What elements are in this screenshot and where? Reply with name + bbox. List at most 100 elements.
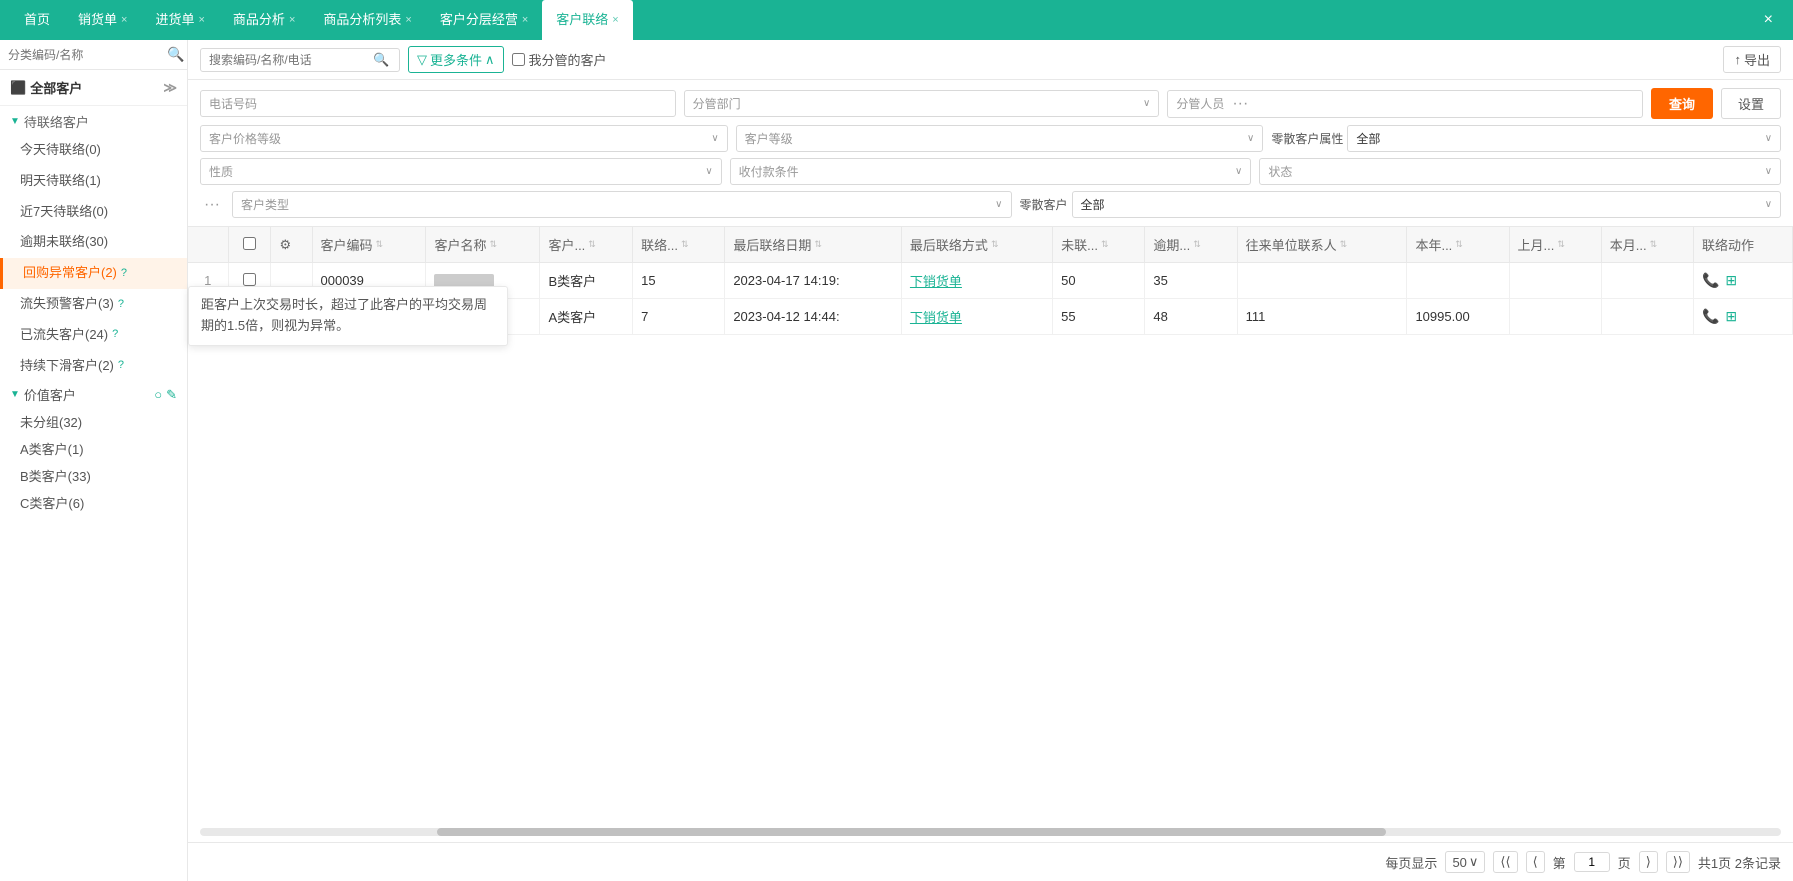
unread-sort-icon[interactable]: ⇅ bbox=[1101, 239, 1109, 250]
close-customer-tier-icon[interactable]: × bbox=[522, 0, 528, 40]
unit-contact-sort-icon[interactable]: ⇅ bbox=[1340, 239, 1348, 250]
code-sort-icon[interactable]: ⇅ bbox=[376, 239, 384, 250]
row1-checkbox[interactable] bbox=[243, 273, 256, 286]
search-icon[interactable]: 🔍 bbox=[373, 52, 389, 68]
more-action-icon-2[interactable]: ⊞ bbox=[1725, 308, 1737, 325]
close-product-analysis-list-icon[interactable]: × bbox=[405, 0, 411, 40]
phone-action-icon-2[interactable]: 📞 bbox=[1702, 308, 1719, 325]
sidebar-item-unclassified[interactable]: 未分组(32) bbox=[0, 408, 187, 435]
td-last-month-2 bbox=[1509, 299, 1601, 335]
filter-row-2: 客户价格等级 ∨ 客户等级 ∨ 零散客户属性 全部 ∨ bbox=[200, 125, 1781, 152]
phone-action-icon-1[interactable]: 📞 bbox=[1702, 272, 1719, 289]
dept-filter[interactable]: 分管部门 ∨ bbox=[684, 90, 1160, 117]
select-all-checkbox[interactable] bbox=[243, 237, 256, 250]
sidebar-item-class-c[interactable]: C类客户(6) bbox=[0, 489, 187, 516]
status-arrow-icon: ∨ bbox=[1765, 166, 1772, 177]
nav-home[interactable]: 首页 bbox=[10, 0, 64, 40]
sidebar-item-class-b[interactable]: B类客户(33) bbox=[0, 462, 187, 489]
overdue-sort-icon[interactable]: ⇅ bbox=[1193, 239, 1201, 250]
phone-filter[interactable]: 电话号码 bbox=[200, 90, 676, 117]
th-settings[interactable]: ⚙ bbox=[271, 227, 312, 263]
filter-icon: ▽ bbox=[417, 52, 427, 68]
collapse-icon[interactable]: ≫ bbox=[163, 80, 177, 96]
value-group-edit-icon[interactable]: ✎ bbox=[166, 387, 177, 403]
nav-product-analysis[interactable]: 商品分析 × bbox=[219, 0, 309, 40]
manager-filter[interactable]: 分管人员 ··· bbox=[1167, 90, 1643, 118]
sidebar-item-lost-preview[interactable]: 流失预警客户(3) ? bbox=[0, 289, 187, 320]
retail-attr-select[interactable]: 全部 ∨ bbox=[1347, 125, 1781, 152]
page-number-input[interactable] bbox=[1574, 852, 1610, 872]
close-sales-order-icon[interactable]: × bbox=[121, 0, 127, 40]
export-button[interactable]: ↑ 导出 bbox=[1723, 46, 1781, 73]
setting-button[interactable]: 设置 bbox=[1721, 88, 1781, 119]
sidebar-item-repurchase-abnormal[interactable]: 回购异常客户(2) ? bbox=[0, 258, 187, 289]
sidebar-item-declining[interactable]: 持续下滑客户(2) ? bbox=[0, 351, 187, 382]
table-settings-icon[interactable]: ⚙ bbox=[279, 237, 291, 252]
pending-group-title[interactable]: ▼ 待联络客户 bbox=[0, 106, 187, 135]
contact-method-link-2[interactable]: 下销货单 bbox=[910, 310, 962, 325]
close-customer-contact-icon[interactable]: × bbox=[612, 0, 618, 40]
top-nav: 首页 销货单 × 进货单 × 商品分析 × 商品分析列表 × 客户分层经营 × … bbox=[0, 0, 1793, 40]
td-method-2: 下销货单 bbox=[901, 299, 1052, 335]
contact-sort-icon[interactable]: ⇅ bbox=[681, 239, 689, 250]
more-filter-ellipsis[interactable]: ··· bbox=[200, 196, 224, 214]
td-date-1: 2023-04-17 14:19: bbox=[725, 263, 902, 299]
lost-preview-info-icon[interactable]: ? bbox=[118, 296, 124, 314]
date-sort-icon[interactable]: ⇅ bbox=[814, 239, 822, 250]
gender-filter[interactable]: 性质 ∨ bbox=[200, 158, 722, 185]
nav-product-analysis-list[interactable]: 商品分析列表 × bbox=[309, 0, 425, 40]
level-sort-icon[interactable]: ⇅ bbox=[588, 239, 596, 250]
price-level-filter[interactable]: 客户价格等级 ∨ bbox=[200, 125, 728, 152]
sidebar-search-input[interactable] bbox=[8, 48, 163, 62]
manager-ellipsis-icon[interactable]: ··· bbox=[1228, 95, 1252, 113]
nav-purchase-order[interactable]: 进货单 × bbox=[141, 0, 218, 40]
more-conditions-button[interactable]: ▽ 更多条件 ∧ bbox=[408, 46, 504, 73]
more-action-icon-1[interactable]: ⊞ bbox=[1725, 272, 1737, 289]
declining-info-icon[interactable]: ? bbox=[118, 357, 124, 375]
payment-filter[interactable]: 收付款条件 ∨ bbox=[730, 158, 1252, 185]
next-page-button[interactable]: ⟩ bbox=[1639, 851, 1658, 873]
contact-method-link-1[interactable]: 下销货单 bbox=[910, 274, 962, 289]
sidebar-item-today-pending[interactable]: 今天待联络(0) bbox=[0, 135, 187, 166]
sidebar-item-tomorrow-pending[interactable]: 明天待联络(1) bbox=[0, 166, 187, 197]
sidebar-item-overdue-pending[interactable]: 逾期未联络(30) bbox=[0, 227, 187, 258]
customer-level-filter[interactable]: 客户等级 ∨ bbox=[736, 125, 1264, 152]
close-purchase-order-icon[interactable]: × bbox=[198, 0, 204, 40]
nav-customer-tier[interactable]: 客户分层经营 × bbox=[426, 0, 542, 40]
name-sort-icon[interactable]: ⇅ bbox=[490, 239, 498, 250]
repurchase-info-icon[interactable]: ? bbox=[121, 265, 127, 283]
sidebar-item-already-lost[interactable]: 已流失客户(24) ? bbox=[0, 320, 187, 351]
prev-page-button[interactable]: ⟨ bbox=[1526, 851, 1545, 873]
td-level-2: A类客户 bbox=[540, 299, 633, 335]
query-button[interactable]: 查询 bbox=[1651, 88, 1713, 119]
scrollbar-track[interactable] bbox=[200, 828, 1781, 836]
all-customers-title[interactable]: ⬛ 全部客户 ≫ bbox=[0, 70, 187, 106]
window-close-button[interactable]: × bbox=[1754, 11, 1783, 29]
nav-sales-order[interactable]: 销货单 × bbox=[64, 0, 141, 40]
scrollbar-thumb[interactable] bbox=[437, 828, 1386, 836]
first-page-button[interactable]: ⟨⟨ bbox=[1493, 851, 1517, 873]
my-customer-checkbox-wrap[interactable]: 我分管的客户 bbox=[512, 50, 607, 69]
this-month-sort-icon[interactable]: ⇅ bbox=[1650, 239, 1658, 250]
already-lost-info-icon[interactable]: ? bbox=[112, 326, 118, 344]
value-group-add-icon[interactable]: ○ bbox=[154, 387, 162, 403]
export-icon: ↑ bbox=[1734, 52, 1741, 67]
retail-customer-select[interactable]: 全部 ∨ bbox=[1072, 191, 1782, 218]
last-month-sort-icon[interactable]: ⇅ bbox=[1557, 239, 1565, 250]
sidebar-item-class-a[interactable]: A类客户(1) bbox=[0, 435, 187, 462]
search-input[interactable] bbox=[209, 53, 369, 67]
th-overdue: 逾期... ⇅ bbox=[1145, 227, 1237, 263]
page-size-select[interactable]: 50 ∨ bbox=[1445, 851, 1485, 873]
last-page-button[interactable]: ⟩⟩ bbox=[1666, 851, 1690, 873]
sidebar-search-icon[interactable]: 🔍 bbox=[167, 46, 184, 63]
status-filter[interactable]: 状态 ∨ bbox=[1259, 158, 1781, 185]
page-size-arrow-icon: ∨ bbox=[1469, 854, 1479, 870]
my-customer-checkbox[interactable] bbox=[512, 53, 525, 66]
sidebar-search-wrap: 🔍 bbox=[0, 40, 187, 70]
nav-customer-contact[interactable]: 客户联络 × bbox=[542, 0, 632, 40]
customer-type-filter[interactable]: 客户类型 ∨ bbox=[232, 191, 1012, 218]
this-year-sort-icon[interactable]: ⇅ bbox=[1455, 239, 1463, 250]
method-sort-icon[interactable]: ⇅ bbox=[991, 239, 999, 250]
close-product-analysis-icon[interactable]: × bbox=[289, 0, 295, 40]
sidebar-item-7days-pending[interactable]: 近7天待联络(0) bbox=[0, 197, 187, 228]
